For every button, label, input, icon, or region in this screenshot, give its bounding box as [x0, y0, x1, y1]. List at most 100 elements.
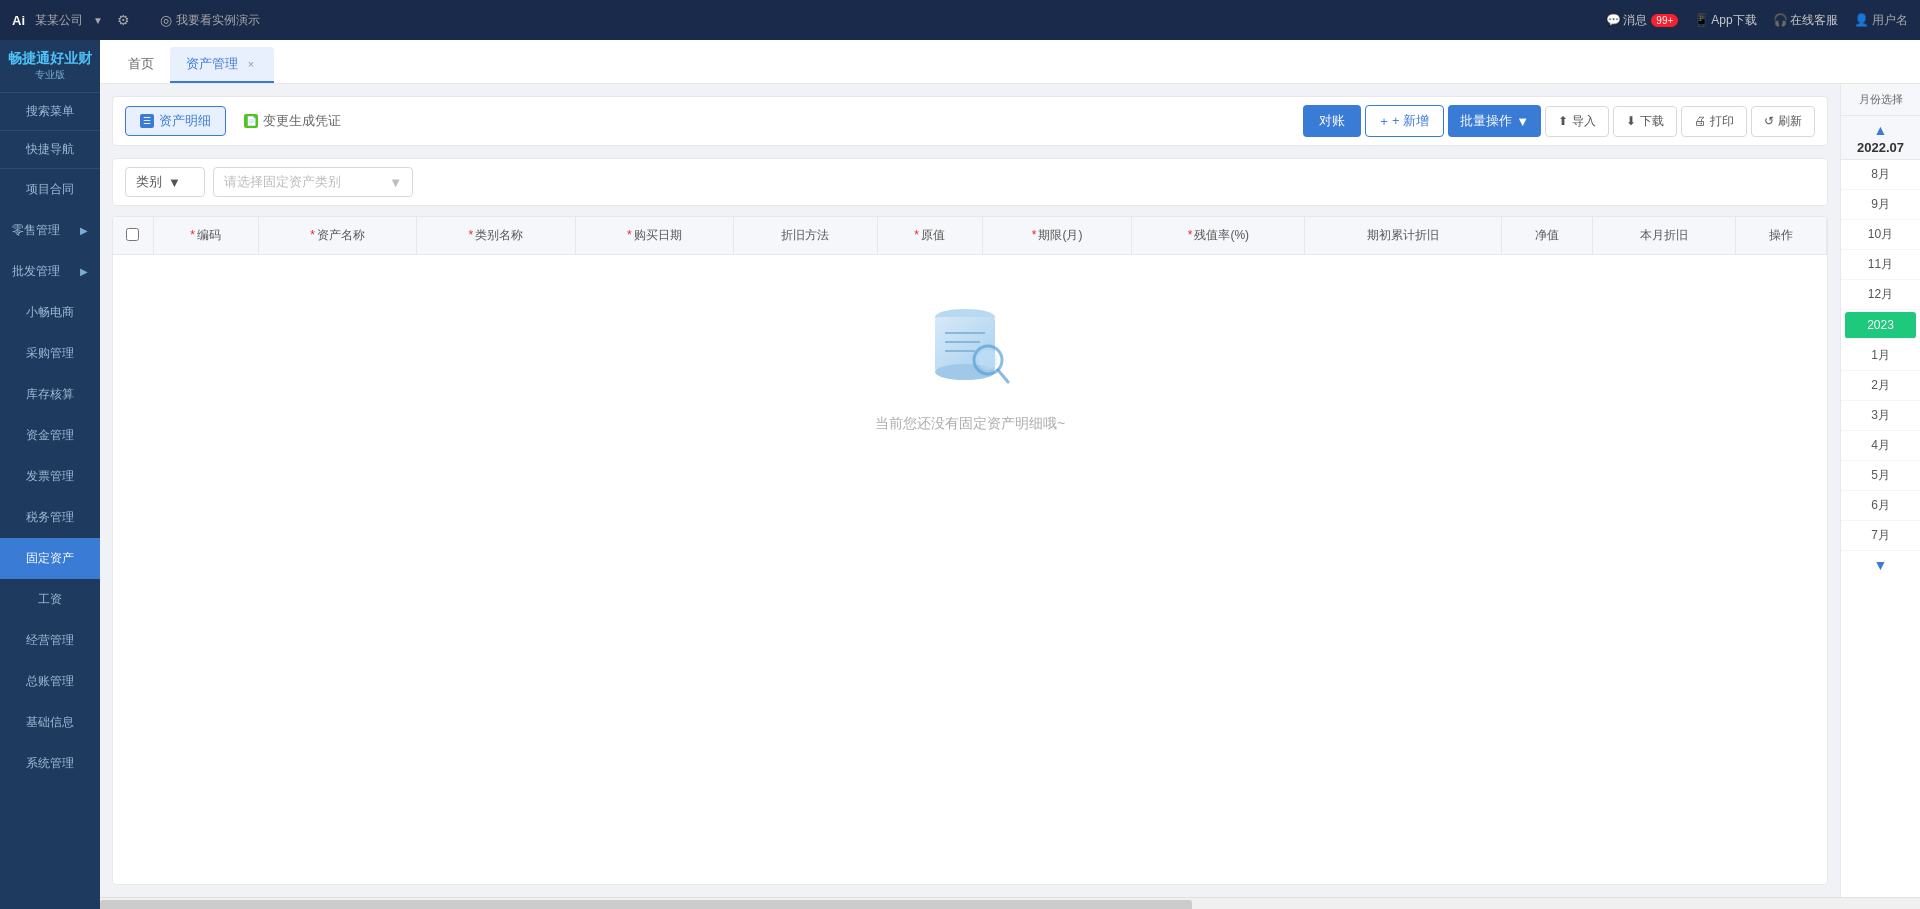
- company-selector[interactable]: 某某公司: [35, 12, 83, 29]
- table-header-original-value: *原值: [877, 217, 982, 255]
- table-header-accumulated-depreciation: 期初累计折旧: [1305, 217, 1502, 255]
- app-download-button[interactable]: 📱 App下载: [1694, 12, 1756, 29]
- month-item-11[interactable]: 11月: [1841, 250, 1920, 280]
- sidebar-item-purchase-management[interactable]: 采购管理: [0, 333, 100, 374]
- message-icon: 💬: [1606, 13, 1621, 27]
- sidebar-item-search-menu[interactable]: 搜索菜单: [0, 93, 100, 131]
- month-panel-current-year: ▲ 2022.07: [1841, 116, 1920, 160]
- message-badge: 99+: [1651, 14, 1678, 27]
- add-button[interactable]: + + 新增: [1365, 105, 1444, 137]
- sidebar-item-quick-nav[interactable]: 快捷导航: [0, 131, 100, 169]
- sidebar: 畅捷通好业财 专业版 搜索菜单 快捷导航 项目合同 零售管理 ▶ 批发管理 ▶ …: [0, 40, 100, 909]
- sidebar-item-fixed-assets[interactable]: 固定资产: [0, 538, 100, 579]
- tab-close-icon[interactable]: ×: [244, 57, 258, 71]
- reconcile-button[interactable]: 对账: [1303, 105, 1361, 137]
- sidebar-item-general-ledger[interactable]: 总账管理: [0, 661, 100, 702]
- month-item-2023-4[interactable]: 4月: [1841, 431, 1920, 461]
- print-icon: 🖨: [1694, 114, 1706, 128]
- category-input[interactable]: 请选择固定资产类别 ▼: [213, 167, 413, 197]
- refresh-icon: ↺: [1764, 114, 1774, 128]
- message-button[interactable]: 💬 消息 99+: [1606, 12, 1678, 29]
- content-area: 首页 资产管理 × ☰ 资产明细 📄 变更生成凭证: [100, 40, 1920, 909]
- table-header-purchase-date: *购买日期: [575, 217, 733, 255]
- user-avatar[interactable]: 👤 用户名: [1854, 12, 1908, 29]
- tab-asset-management[interactable]: 资产管理 ×: [170, 47, 274, 83]
- tab-home[interactable]: 首页: [112, 47, 170, 83]
- month-item-2023-5[interactable]: 5月: [1841, 461, 1920, 491]
- sidebar-item-basic-info[interactable]: 基础信息: [0, 702, 100, 743]
- chevron-right-icon: ▶: [80, 266, 88, 277]
- sidebar-item-tax-management[interactable]: 税务管理: [0, 497, 100, 538]
- plus-icon: +: [1380, 114, 1388, 129]
- sidebar-item-project-contract[interactable]: 项目合同: [0, 169, 100, 210]
- sidebar-item-small-ecommerce[interactable]: 小畅电商: [0, 292, 100, 333]
- chevron-right-icon: ▶: [80, 225, 88, 236]
- month-item-10[interactable]: 10月: [1841, 220, 1920, 250]
- table-header-code: *编码: [153, 217, 258, 255]
- sidebar-item-wholesale-management[interactable]: 批发管理 ▶: [0, 251, 100, 292]
- sidebar-item-operations-management[interactable]: 经营管理: [0, 620, 100, 661]
- sidebar-item-system-management[interactable]: 系统管理: [0, 743, 100, 784]
- month-item-2023-7[interactable]: 7月: [1841, 521, 1920, 551]
- chevron-down-icon: ▼: [168, 175, 181, 190]
- asset-table: *编码 *资产名称 *类别名称 *购买日期 折旧方法 *原值 *期限(月) *残…: [113, 217, 1827, 255]
- main-layout: 畅捷通好业财 专业版 搜索菜单 快捷导航 项目合同 零售管理 ▶ 批发管理 ▶ …: [0, 40, 1920, 909]
- main-content: ☰ 资产明细 📄 变更生成凭证 对账 + + 新增 批: [100, 84, 1840, 897]
- table-header-asset-name: *资产名称: [258, 217, 416, 255]
- settings-icon[interactable]: ⚙: [117, 12, 130, 28]
- table-header-salvage-rate: *残值率(%): [1132, 217, 1305, 255]
- empty-state: 当前您还没有固定资产明细哦~: [113, 255, 1827, 473]
- list-icon: ☰: [140, 114, 154, 128]
- table-header-checkbox[interactable]: [113, 217, 153, 255]
- chevron-down-icon[interactable]: ▼: [93, 15, 103, 26]
- download-icon: ⬇: [1626, 114, 1636, 128]
- scrollbar-thumb[interactable]: [100, 900, 1192, 909]
- month-item-2023-1[interactable]: 1月: [1841, 341, 1920, 371]
- svg-point-7: [978, 350, 998, 370]
- sub-tabs: ☰ 资产明细 📄 变更生成凭证 对账 + + 新增 批: [112, 96, 1828, 146]
- month-item-2023-6[interactable]: 6月: [1841, 491, 1920, 521]
- sidebar-item-invoice-management[interactable]: 发票管理: [0, 456, 100, 497]
- horizontal-scrollbar[interactable]: [100, 897, 1920, 909]
- sub-tab-change-voucher[interactable]: 📄 变更生成凭证: [230, 107, 355, 135]
- doc-icon: 📄: [244, 114, 258, 128]
- online-service-button[interactable]: 🎧 在线客服: [1773, 12, 1838, 29]
- empty-illustration: [910, 295, 1030, 395]
- app-edition: 专业版: [8, 68, 92, 82]
- filter-bar: 类别 ▼ 请选择固定资产类别 ▼: [112, 158, 1828, 206]
- nav-tabs: 首页 资产管理 ×: [100, 40, 1920, 84]
- empty-message: 当前您还没有固定资产明细哦~: [875, 415, 1065, 433]
- month-item-2023-2[interactable]: 2月: [1841, 371, 1920, 401]
- sidebar-item-inventory-accounting[interactable]: 库存核算: [0, 374, 100, 415]
- sidebar-item-payroll[interactable]: 工资: [0, 579, 100, 620]
- demo-link[interactable]: ◎ 我要看实例演示: [160, 12, 260, 29]
- month-panel-title: 月份选择: [1841, 84, 1920, 116]
- dropdown-icon: ▼: [389, 175, 402, 190]
- table-header-operation: 操作: [1736, 217, 1827, 255]
- import-button[interactable]: ⬆ 导入: [1545, 106, 1609, 137]
- app-name: Ai: [12, 13, 25, 28]
- month-nav-up[interactable]: ▲: [1868, 120, 1894, 140]
- headphone-icon: 🎧: [1773, 13, 1788, 27]
- table-header-period-months: *期限(月): [982, 217, 1132, 255]
- page-content: ☰ 资产明细 📄 变更生成凭证 对账 + + 新增 批: [100, 84, 1920, 897]
- month-item-8[interactable]: 8月: [1841, 160, 1920, 190]
- refresh-button[interactable]: ↺ 刷新: [1751, 106, 1815, 137]
- import-icon: ⬆: [1558, 114, 1568, 128]
- month-year-2023-badge: 2023: [1845, 312, 1916, 339]
- sub-tab-asset-detail[interactable]: ☰ 资产明细: [125, 106, 226, 136]
- month-item-12[interactable]: 12月: [1841, 280, 1920, 310]
- download-button[interactable]: ⬇ 下载: [1613, 106, 1677, 137]
- month-panel: 月份选择 ▲ 2022.07 8月 9月 10月 11月 12月 2023 1月…: [1840, 84, 1920, 897]
- month-item-9[interactable]: 9月: [1841, 190, 1920, 220]
- sidebar-item-retail-management[interactable]: 零售管理 ▶: [0, 210, 100, 251]
- sidebar-logo: 畅捷通好业财 专业版: [0, 40, 100, 93]
- mobile-icon: 📱: [1694, 13, 1709, 27]
- month-item-2023-3[interactable]: 3月: [1841, 401, 1920, 431]
- category-type-select[interactable]: 类别 ▼: [125, 167, 205, 197]
- month-nav-down[interactable]: ▼: [1868, 555, 1894, 575]
- print-button[interactable]: 🖨 打印: [1681, 106, 1747, 137]
- batch-operation-button[interactable]: 批量操作 ▼: [1448, 105, 1541, 137]
- select-all-checkbox[interactable]: [126, 228, 139, 241]
- sidebar-item-fund-management[interactable]: 资金管理: [0, 415, 100, 456]
